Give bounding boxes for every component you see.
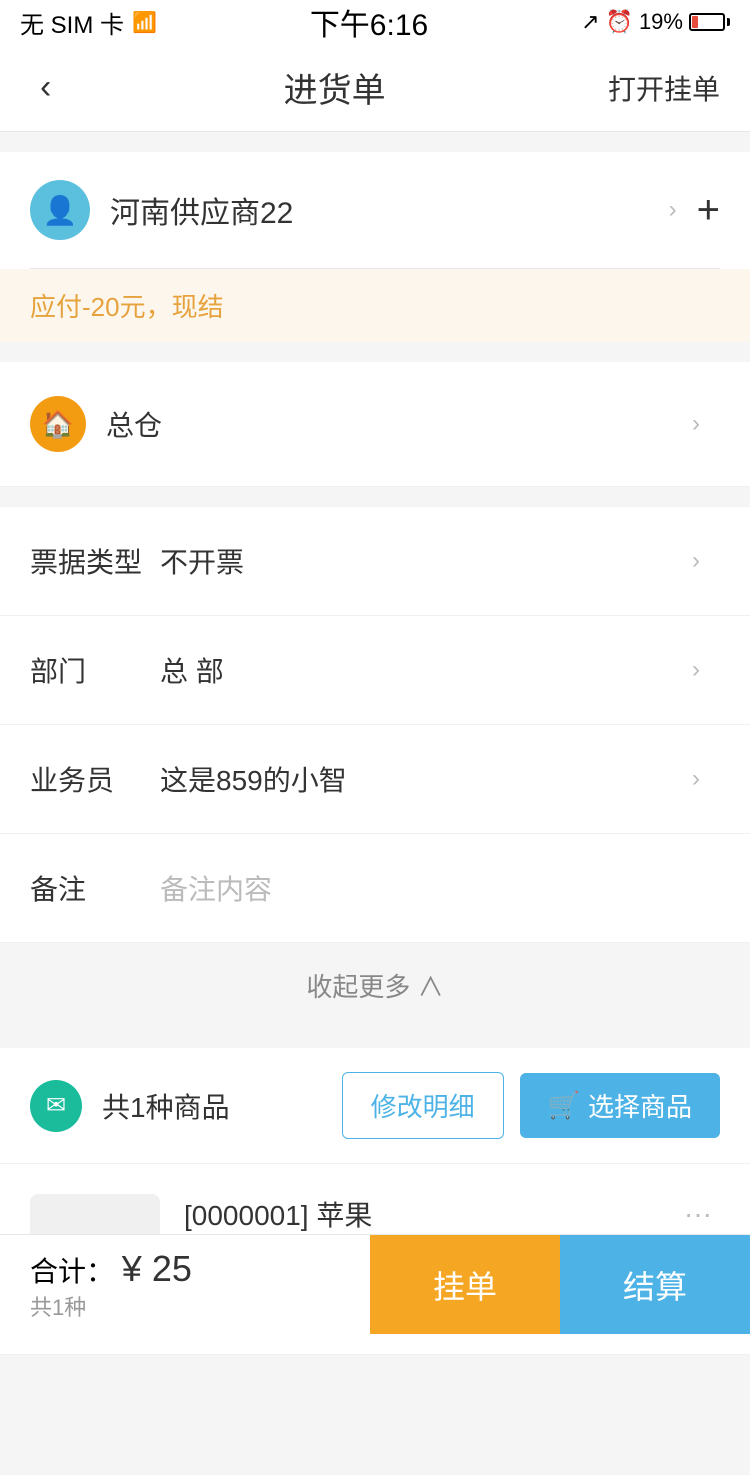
gap-4 (0, 1028, 750, 1048)
remark-label: 备注 (30, 868, 160, 908)
product-icon: ✉ (30, 1080, 82, 1132)
alarm-icon: ⏰ (606, 9, 633, 35)
total-row: 合计： ¥ 25 (30, 1248, 340, 1290)
dept-label: 部门 (30, 650, 160, 690)
product-count: 共1种商品 (102, 1086, 342, 1126)
gap-2 (0, 342, 750, 362)
warehouse-section: 🏠 总仓 › (0, 362, 750, 487)
gap-1 (0, 132, 750, 152)
product-name: [0000001] 苹果 (184, 1194, 676, 1234)
collapse-label: 收起更多 ∧ (306, 967, 443, 1004)
hang-order-button[interactable]: 挂单 (370, 1235, 560, 1334)
total-amount: ¥ 25 (122, 1248, 192, 1289)
bottom-spacer (0, 1355, 750, 1475)
supplier-row[interactable]: 👤 河南供应商22 › + (0, 152, 750, 268)
product-icon-symbol: ✉ (46, 1091, 66, 1120)
status-left: 无 SIM 卡 📶 (20, 5, 157, 40)
select-product-label: 选择商品 (588, 1087, 692, 1124)
invoice-chevron: › (692, 547, 700, 575)
back-button[interactable]: ‹ (30, 58, 61, 117)
supplier-avatar: 👤 (30, 180, 90, 240)
sales-chevron: › (692, 765, 700, 793)
warehouse-row[interactable]: 🏠 总仓 › (0, 362, 750, 487)
edit-detail-button[interactable]: 修改明细 (342, 1072, 504, 1139)
location-icon: ↗ (581, 9, 599, 35)
product-header: ✉ 共1种商品 修改明细 🛒 选择商品 (0, 1048, 750, 1164)
select-product-button[interactable]: 🛒 选择商品 (520, 1073, 720, 1138)
open-pending-button[interactable]: 打开挂单 (608, 68, 720, 108)
supplier-name: 河南供应商22 (110, 188, 669, 232)
bottom-bar: 合计： ¥ 25 共1种 挂单 结算 (0, 1234, 750, 1334)
avatar-icon: 👤 (43, 194, 78, 227)
total-sub: 共1种 (30, 1290, 340, 1322)
invoice-section: 票据类型 不开票 › 部门 总 部 › 业务员 这是859的小智 › 备注 备注… (0, 507, 750, 943)
gap-3 (0, 487, 750, 507)
warehouse-chevron: › (692, 410, 700, 438)
sales-value: 这是859的小智 (160, 759, 692, 799)
sales-label: 业务员 (30, 759, 160, 799)
status-right: ↗ ⏰ 19% (581, 9, 730, 35)
invoice-value: 不开票 (160, 541, 692, 581)
dept-row[interactable]: 部门 总 部 › (0, 616, 750, 725)
supplier-chevron: › (669, 196, 677, 224)
total-section: 合计： ¥ 25 共1种 (0, 1248, 370, 1322)
warehouse-icon: 🏠 (30, 396, 86, 452)
dept-chevron: › (692, 656, 700, 684)
invoice-label: 票据类型 (30, 541, 160, 581)
page-title: 进货单 (284, 63, 386, 112)
carrier-text: 无 SIM 卡 (20, 5, 124, 40)
time-display: 下午6:16 (310, 0, 428, 44)
dept-value: 总 部 (160, 650, 692, 690)
battery-percent: 19% (639, 9, 683, 35)
remark-input[interactable]: 备注内容 (160, 868, 720, 908)
supplier-section: 👤 河南供应商22 › + 应付-20元，现结 (0, 152, 750, 342)
add-button[interactable]: + (697, 188, 720, 233)
remark-row[interactable]: 备注 备注内容 (0, 834, 750, 943)
sales-row[interactable]: 业务员 这是859的小智 › (0, 725, 750, 834)
invoice-row[interactable]: 票据类型 不开票 › (0, 507, 750, 616)
checkout-button[interactable]: 结算 (560, 1235, 750, 1334)
status-bar: 无 SIM 卡 📶 下午6:16 ↗ ⏰ 19% (0, 0, 750, 44)
notice-text: 应付-20元，现结 (30, 292, 224, 322)
notice-bar: 应付-20元，现结 (0, 269, 750, 342)
cart-icon: 🛒 (548, 1090, 580, 1121)
total-label: 合计： (30, 1256, 114, 1287)
collapse-button[interactable]: 收起更多 ∧ (0, 943, 750, 1028)
warehouse-name: 总仓 (106, 404, 692, 444)
battery-icon (689, 13, 730, 31)
wifi-icon: 📶 (132, 10, 157, 35)
nav-bar: ‹ 进货单 打开挂单 (0, 44, 750, 132)
product-more-button[interactable]: ··· (676, 1194, 720, 1234)
